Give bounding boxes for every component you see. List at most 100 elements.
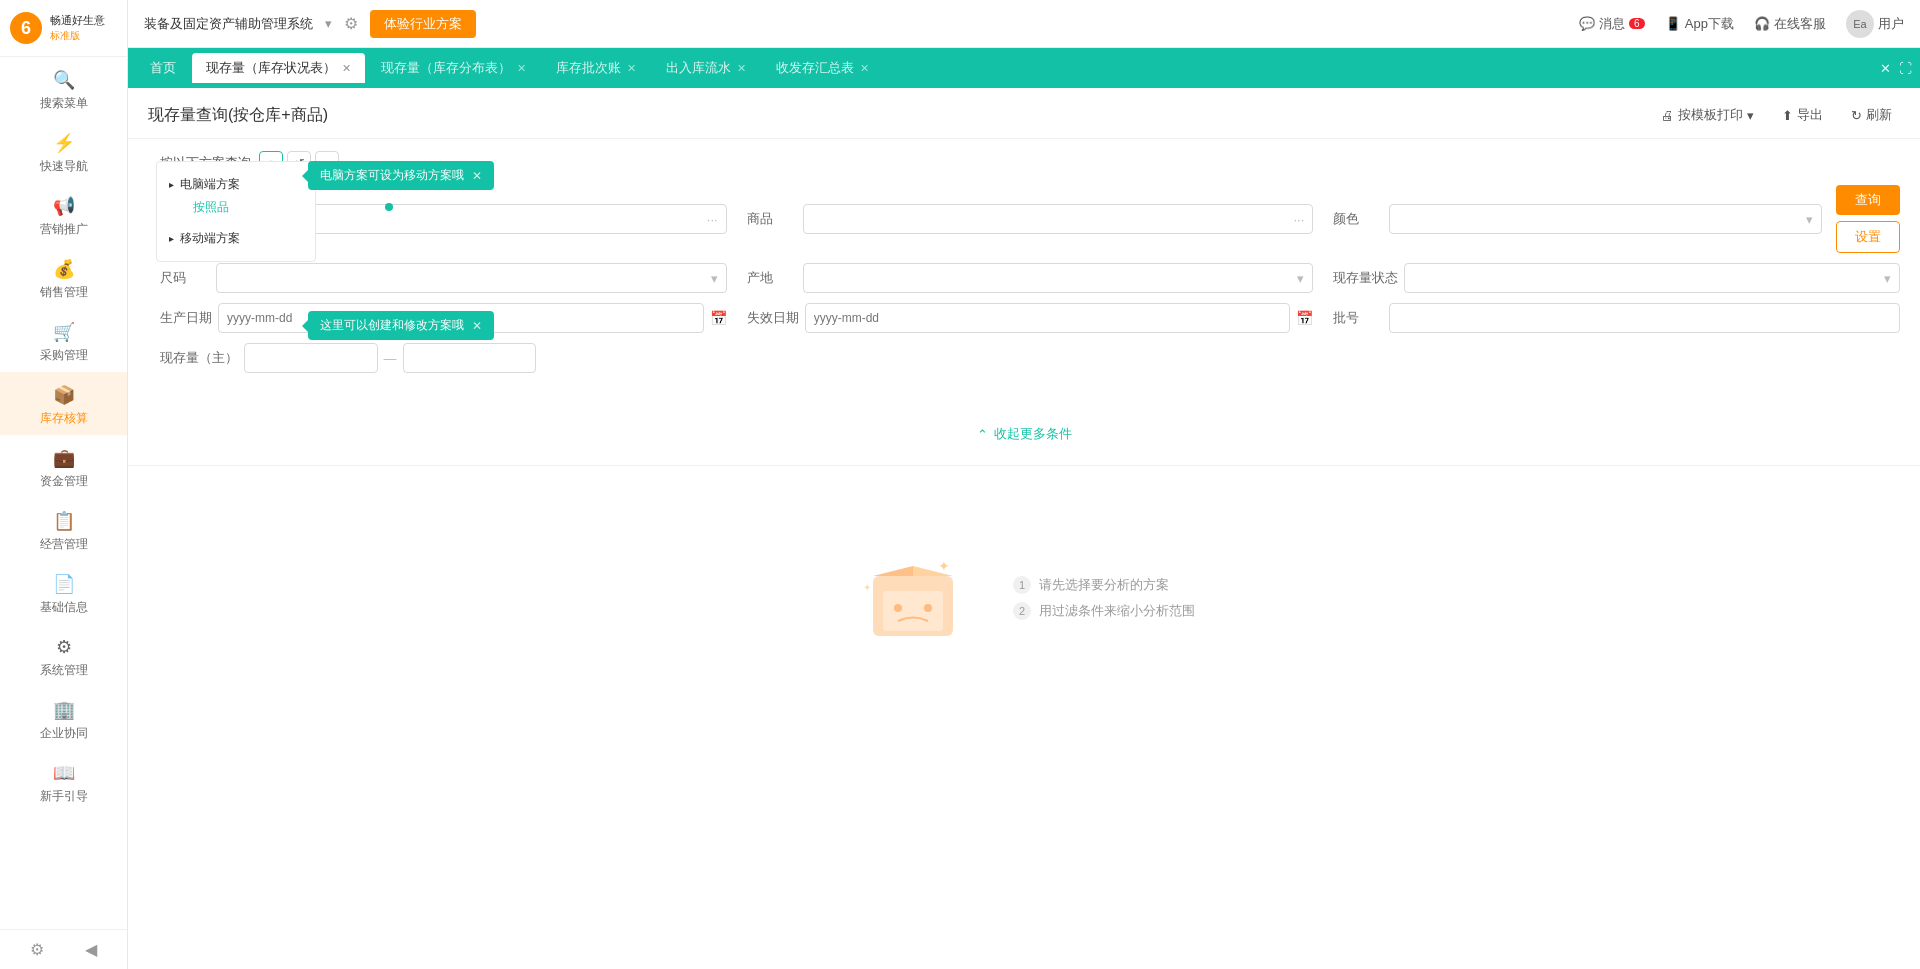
tab-stock-status[interactable]: 现存量（库存状况表） ✕: [192, 53, 365, 83]
size-select[interactable]: ▾: [216, 263, 727, 293]
batch-label: 批号: [1333, 309, 1383, 327]
filter-area: ▸ 电脑端方案 按照品 ▸ 移动端方案 电脑方案可设为移动方案哦: [128, 139, 1920, 466]
empty-tip-1: 1 请先选择要分析的方案: [1013, 576, 1195, 594]
chevron-down-stock: ▾: [1884, 271, 1891, 286]
online-support-btn[interactable]: 🎧 在线客服: [1754, 15, 1826, 33]
stock-main-label: 现存量（主）: [160, 349, 238, 367]
sidebar-item-enterprise[interactable]: 🏢 企业协同: [0, 687, 127, 750]
stock-status-select[interactable]: ▾: [1404, 263, 1900, 293]
phone-icon: 📱: [1665, 16, 1681, 31]
empty-illustration: ✦ ✦: [853, 546, 973, 649]
dots-icon-warehouse: ···: [707, 212, 718, 227]
origin-select[interactable]: ▾: [803, 263, 1314, 293]
scenario-item-pc-1[interactable]: 按照品: [169, 195, 303, 220]
operation-icon: 📋: [53, 510, 75, 532]
tab-inout-close[interactable]: ✕: [737, 62, 746, 75]
color-label: 颜色: [1333, 210, 1383, 228]
mobile-scenario-group[interactable]: ▸ 移动端方案: [169, 228, 303, 249]
sidebar-item-marketing[interactable]: 📢 营销推广: [0, 183, 127, 246]
sidebar-item-basic-info[interactable]: 📄 基础信息: [0, 561, 127, 624]
goods-label: 商品: [747, 210, 797, 228]
header-dropdown-icon[interactable]: ▾: [325, 16, 332, 31]
sidebar-item-operation[interactable]: 📋 经营管理: [0, 498, 127, 561]
guide-icon: 📖: [53, 762, 75, 784]
tab-collect-close[interactable]: ✕: [860, 62, 869, 75]
produce-date-label: 生产日期: [160, 309, 212, 327]
sidebar-item-sales[interactable]: 💰 销售管理: [0, 246, 127, 309]
sidebar-item-finance[interactable]: 💼 资金管理: [0, 435, 127, 498]
sidebar-item-inventory[interactable]: 📦 库存核算: [0, 372, 127, 435]
page-content: 现存量查询(按仓库+商品) 🖨 按模板打印 ▾ ⬆ 导出 ↻ 刷新: [128, 88, 1920, 969]
collapse-btn[interactable]: ⌃ 收起更多条件: [148, 415, 1900, 453]
dot-indicator: [385, 203, 393, 211]
tab-stock-status-close[interactable]: ✕: [342, 62, 351, 75]
expire-date-label: 失效日期: [747, 309, 799, 327]
stock-status-label: 现存量状态: [1333, 269, 1398, 287]
tab-inout-flow[interactable]: 出入库流水 ✕: [652, 53, 760, 83]
query-btn[interactable]: 查询: [1836, 185, 1900, 215]
export-btn[interactable]: ⬆ 导出: [1774, 102, 1831, 128]
sidebar-item-quick-nav[interactable]: ⚡ 快速导航: [0, 120, 127, 183]
stock-main-start[interactable]: [244, 343, 378, 373]
tab-collect[interactable]: 收发存汇总表 ✕: [762, 53, 883, 83]
svg-rect-1: [883, 591, 943, 631]
stock-main-end[interactable]: [403, 343, 537, 373]
svg-point-2: [894, 604, 902, 612]
user-label: 用户: [1878, 15, 1904, 33]
user-avatar-btn[interactable]: Ea 用户: [1846, 10, 1904, 38]
tab-batch-close[interactable]: ✕: [627, 62, 636, 75]
collapse-sidebar-icon[interactable]: ◀: [85, 940, 97, 959]
message-icon: 💬: [1579, 16, 1595, 31]
quick-nav-icon: ⚡: [53, 132, 75, 154]
calendar-icon-produce[interactable]: 📅: [710, 310, 727, 326]
scenario-tooltip: 电脑方案可设为移动方案哦 ✕: [308, 161, 494, 190]
logo-text: 畅通好生意: [50, 13, 105, 28]
goods-select[interactable]: ···: [803, 204, 1314, 234]
tab-stock-dist[interactable]: 现存量（库存分布表） ✕: [367, 53, 540, 83]
create-tooltip-close[interactable]: ✕: [472, 319, 482, 333]
tab-stock-dist-close[interactable]: ✕: [517, 62, 526, 75]
expire-date-input[interactable]: [805, 303, 1291, 333]
svg-point-3: [924, 604, 932, 612]
refresh-icon: ↻: [1851, 108, 1862, 123]
sidebar-item-guide[interactable]: 📖 新手引导: [0, 750, 127, 813]
tab-home[interactable]: 首页: [136, 53, 190, 83]
settings-icon[interactable]: ⚙: [30, 940, 44, 959]
scenario-tooltip-close[interactable]: ✕: [472, 169, 482, 183]
sidebar-item-system[interactable]: ⚙ 系统管理: [0, 624, 127, 687]
message-btn[interactable]: 💬 消息 6: [1579, 15, 1645, 33]
calendar-icon-expire[interactable]: 📅: [1296, 310, 1313, 326]
sidebar-item-purchase[interactable]: 🛒 采购管理: [0, 309, 127, 372]
chevron-down-size: ▾: [711, 271, 718, 286]
print-btn[interactable]: 🖨 按模板打印 ▾: [1653, 102, 1762, 128]
system-icon: ⚙: [56, 636, 72, 658]
reset-btn[interactable]: 设置: [1836, 221, 1900, 253]
purchase-icon: 🛒: [53, 321, 75, 343]
scenario-panel: ▸ 电脑端方案 按照品 ▸ 移动端方案: [156, 161, 316, 262]
enterprise-icon: 🏢: [53, 699, 75, 721]
chevron-down-icon: ▸: [169, 179, 174, 190]
headset-icon: 🎧: [1754, 16, 1770, 31]
main-area: 装备及固定资产辅助管理系统 ▾ ⚙ 体验行业方案 💬 消息 6 📱 App下载 …: [128, 0, 1920, 969]
pc-scenario-group[interactable]: ▸ 电脑端方案: [169, 174, 303, 195]
marketing-icon: 📢: [53, 195, 75, 217]
color-select[interactable]: ▾: [1389, 204, 1822, 234]
app-download-btn[interactable]: 📱 App下载: [1665, 15, 1734, 33]
tab-close-all-icon[interactable]: ✕: [1880, 61, 1891, 76]
tab-batch[interactable]: 库存批次账 ✕: [542, 53, 650, 83]
origin-label: 产地: [747, 269, 797, 287]
search-menu-icon: 🔍: [53, 69, 75, 91]
tab-fullscreen-icon[interactable]: ⛶: [1899, 61, 1912, 76]
header-gear-icon[interactable]: ⚙: [344, 14, 358, 33]
refresh-btn[interactable]: ↻ 刷新: [1843, 102, 1900, 128]
inventory-icon: 📦: [53, 384, 75, 406]
sidebar-logo: 6 畅通好生意 标准版: [0, 0, 127, 57]
batch-input[interactable]: [1389, 303, 1900, 333]
sidebar-item-search-menu[interactable]: 🔍 搜索菜单: [0, 57, 127, 120]
industry-btn[interactable]: 体验行业方案: [370, 10, 476, 38]
sales-icon: 💰: [53, 258, 75, 280]
basic-info-icon: 📄: [53, 573, 75, 595]
size-label: 尺码: [160, 269, 210, 287]
page-header: 现存量查询(按仓库+商品) 🖨 按模板打印 ▾ ⬆ 导出 ↻ 刷新: [128, 88, 1920, 139]
sidebar-menu: 🔍 搜索菜单 ⚡ 快速导航 📢 营销推广 💰 销售管理 🛒 采购管理 📦 库存核…: [0, 57, 127, 929]
